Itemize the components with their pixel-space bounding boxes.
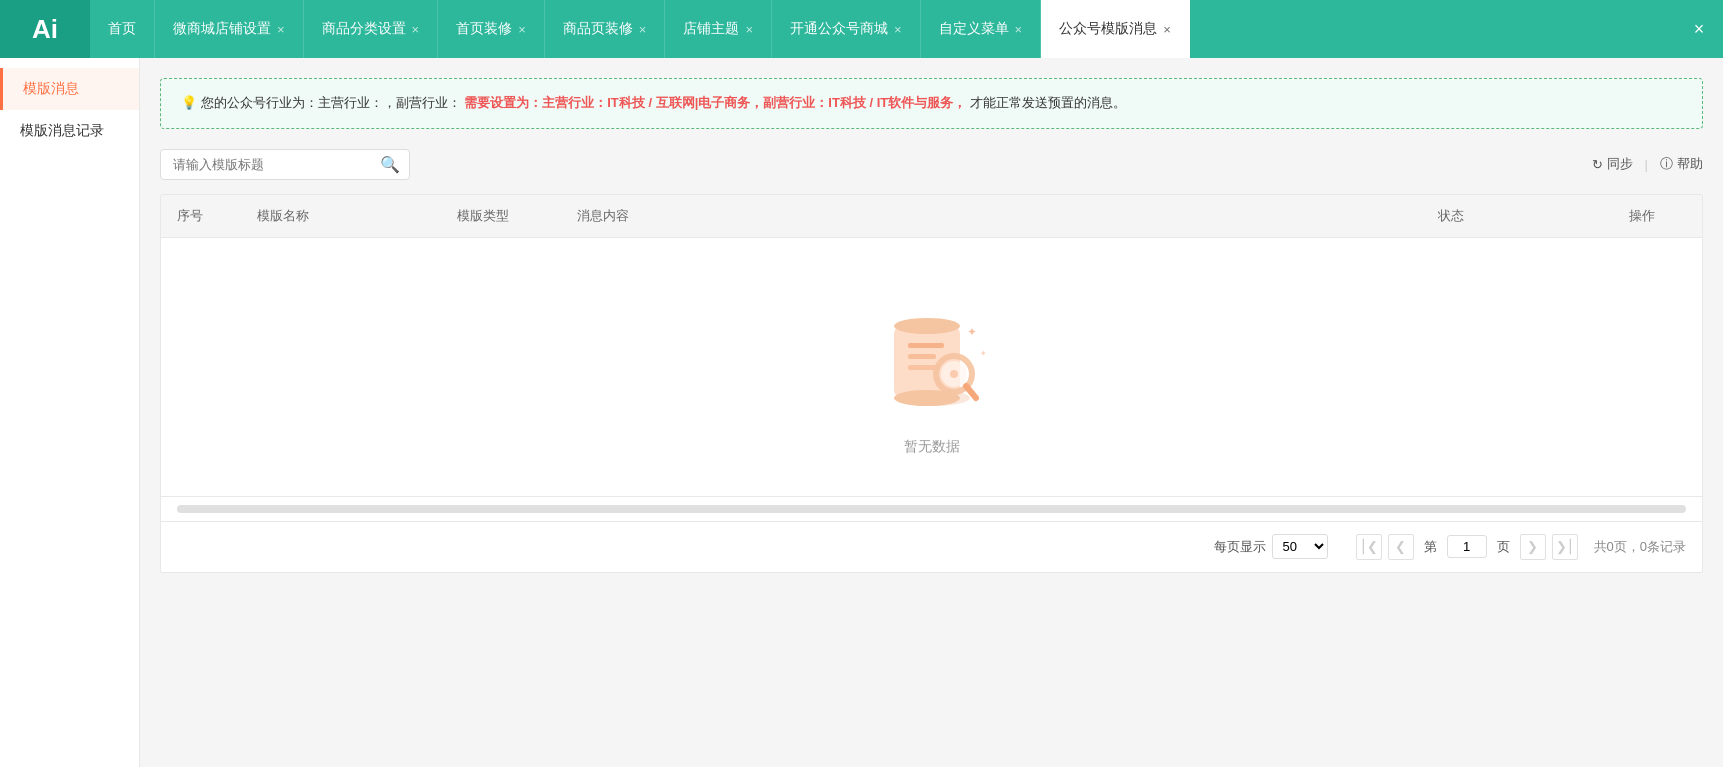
tab-custom-menu[interactable]: 自定义菜单× bbox=[921, 0, 1042, 58]
col-content: 消息内容 bbox=[561, 195, 1422, 237]
first-page-button[interactable]: ⎮❮ bbox=[1356, 534, 1382, 560]
tab-store-settings[interactable]: 微商城店铺设置× bbox=[155, 0, 304, 58]
page-number-input[interactable] bbox=[1447, 535, 1487, 558]
sync-button[interactable]: ↻ 同步 bbox=[1592, 155, 1633, 173]
help-button[interactable]: ⓘ 帮助 bbox=[1660, 155, 1703, 173]
sync-icon: ↻ bbox=[1592, 157, 1603, 172]
sidebar: 模版消息模版消息记录 bbox=[0, 58, 140, 767]
search-bar: 🔍 ↻ 同步 | ⓘ 帮助 bbox=[160, 149, 1703, 180]
per-page-label: 每页显示 bbox=[1214, 538, 1266, 556]
svg-text:✦: ✦ bbox=[980, 349, 987, 358]
tab-close-store-settings[interactable]: × bbox=[277, 22, 285, 37]
nav-tabs: 首页微商城店铺设置×商品分类设置×首页装修×商品页装修×店铺主题×开通公众号商城… bbox=[90, 0, 1675, 58]
notice-prefix: 您的公众号行业为：主营行业：，副营行业： bbox=[201, 95, 461, 110]
tab-close-product-decoration[interactable]: × bbox=[639, 22, 647, 37]
tab-open-mall[interactable]: 开通公众号商城× bbox=[772, 0, 921, 58]
table-container: 序号 模版名称 模版类型 消息内容 状态 操作 bbox=[160, 194, 1703, 573]
empty-state: ✦ ✦ 暂无数据 bbox=[161, 238, 1702, 496]
notice-highlight: 需要设置为：主营行业：IT科技 / 互联网|电子商务，副营行业：IT科技 / I… bbox=[464, 95, 966, 110]
sync-label: 同步 bbox=[1607, 155, 1633, 173]
tab-close-open-mall[interactable]: × bbox=[894, 22, 902, 37]
top-nav: Ai 首页微商城店铺设置×商品分类设置×首页装修×商品页装修×店铺主题×开通公众… bbox=[0, 0, 1723, 58]
tab-product-decoration[interactable]: 商品页装修× bbox=[545, 0, 666, 58]
help-icon: ⓘ bbox=[1660, 155, 1673, 173]
empty-icon: ✦ ✦ bbox=[872, 298, 992, 418]
col-type: 模版类型 bbox=[441, 195, 561, 237]
search-input-wrap: 🔍 bbox=[160, 149, 410, 180]
tab-home-decoration[interactable]: 首页装修× bbox=[438, 0, 545, 58]
horizontal-scrollbar[interactable] bbox=[177, 505, 1686, 513]
tab-close-custom-menu[interactable]: × bbox=[1015, 22, 1023, 37]
svg-point-10 bbox=[950, 370, 958, 378]
tab-close-home-decoration[interactable]: × bbox=[518, 22, 526, 37]
last-page-button[interactable]: ❯⎮ bbox=[1552, 534, 1578, 560]
col-name: 模版名称 bbox=[241, 195, 441, 237]
nav-close-button[interactable]: × bbox=[1675, 0, 1723, 58]
col-seq: 序号 bbox=[161, 195, 241, 237]
sidebar-item-template-msg[interactable]: 模版消息 bbox=[0, 68, 139, 110]
svg-point-2 bbox=[894, 318, 960, 334]
total-info: 共0页，0条记录 bbox=[1594, 538, 1686, 556]
help-label: 帮助 bbox=[1677, 155, 1703, 173]
svg-rect-4 bbox=[908, 343, 944, 348]
notice-suffix: 才能正常发送预置的消息。 bbox=[970, 95, 1126, 110]
empty-text: 暂无数据 bbox=[904, 438, 960, 456]
svg-text:✦: ✦ bbox=[967, 325, 977, 339]
tab-category-settings[interactable]: 商品分类设置× bbox=[304, 0, 439, 58]
page-size-select: 每页显示 102050100 bbox=[1214, 534, 1328, 559]
tab-template-msg[interactable]: 公众号模版消息× bbox=[1041, 0, 1190, 58]
tab-store-theme[interactable]: 店铺主题× bbox=[665, 0, 772, 58]
page-label: 第 bbox=[1424, 538, 1437, 556]
logo-text: Ai bbox=[32, 14, 58, 45]
sidebar-item-template-msg-record[interactable]: 模版消息记录 bbox=[0, 110, 139, 152]
notice-banner: 💡 您的公众号行业为：主营行业：，副营行业： 需要设置为：主营行业：IT科技 /… bbox=[160, 78, 1703, 129]
svg-rect-5 bbox=[908, 354, 936, 359]
search-input[interactable] bbox=[160, 149, 410, 180]
search-button[interactable]: 🔍 bbox=[380, 155, 400, 174]
pagination: 每页显示 102050100 ⎮❮ ❮ 第 页 ❯ ❯⎮ 共0页，0条记录 bbox=[161, 521, 1702, 572]
logo: Ai bbox=[0, 0, 90, 58]
notice-icon: 💡 bbox=[181, 95, 201, 110]
main-layout: 模版消息模版消息记录 💡 您的公众号行业为：主营行业：，副营行业： 需要设置为：… bbox=[0, 58, 1723, 767]
tab-home[interactable]: 首页 bbox=[90, 0, 155, 58]
per-page-dropdown[interactable]: 102050100 bbox=[1272, 534, 1328, 559]
scrollbar-row bbox=[161, 496, 1702, 521]
tab-close-template-msg[interactable]: × bbox=[1163, 22, 1171, 37]
toolbar-divider: | bbox=[1645, 157, 1648, 172]
content-area: 💡 您的公众号行业为：主营行业：，副营行业： 需要设置为：主营行业：IT科技 /… bbox=[140, 58, 1723, 767]
tab-close-category-settings[interactable]: × bbox=[412, 22, 420, 37]
table-header: 序号 模版名称 模版类型 消息内容 状态 操作 bbox=[161, 195, 1702, 238]
prev-page-button[interactable]: ❮ bbox=[1388, 534, 1414, 560]
col-action: 操作 bbox=[1582, 195, 1702, 237]
tab-close-store-theme[interactable]: × bbox=[745, 22, 753, 37]
toolbar-right: ↻ 同步 | ⓘ 帮助 bbox=[1592, 155, 1703, 173]
page-unit: 页 bbox=[1497, 538, 1510, 556]
col-status: 状态 bbox=[1422, 195, 1582, 237]
next-page-button[interactable]: ❯ bbox=[1520, 534, 1546, 560]
